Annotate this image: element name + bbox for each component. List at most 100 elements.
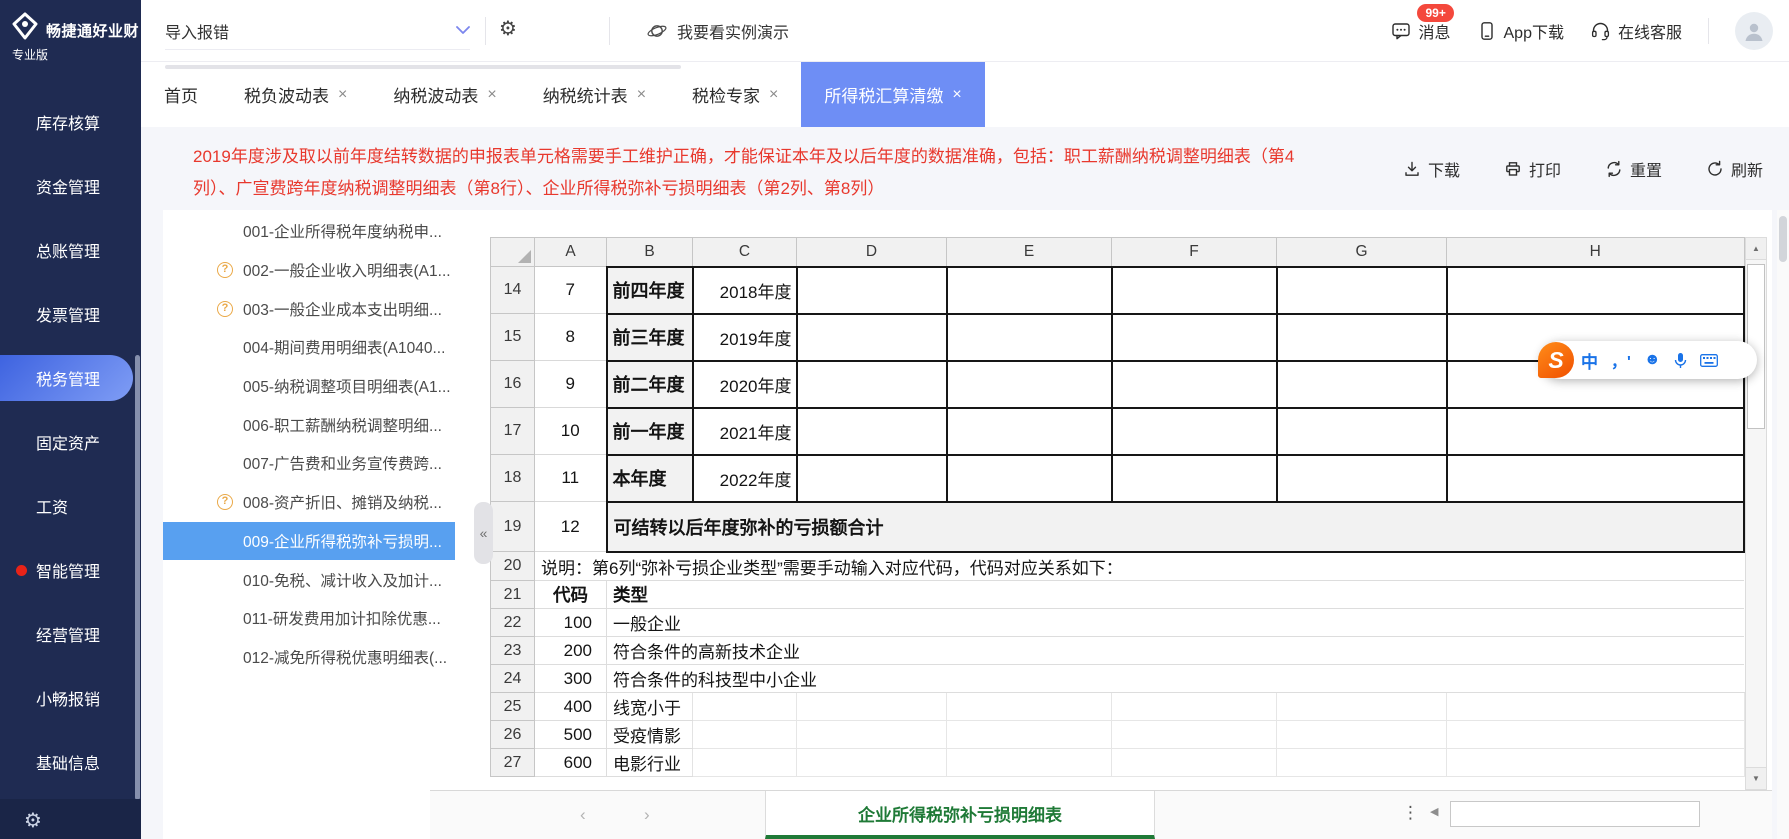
reset-button[interactable]: 重置	[1605, 157, 1662, 181]
cell-A24[interactable]: 300	[534, 664, 607, 693]
print-button[interactable]: 打印	[1504, 157, 1561, 181]
cell-E16[interactable]	[945, 359, 1113, 409]
cell-A19[interactable]: 12	[534, 501, 607, 552]
report-list-item[interactable]: 009-企业所得税弥补亏损明...	[163, 521, 455, 561]
report-list-item[interactable]: 011-研发费用加计扣除优惠...	[163, 599, 455, 638]
cell-A14[interactable]: 7	[534, 266, 607, 314]
cell-B21[interactable]: 类型	[606, 580, 1744, 609]
cell-F27[interactable]	[1111, 748, 1277, 777]
cell-B18[interactable]: 本年度	[605, 453, 694, 503]
sheet-nav-next-icon[interactable]: ›	[644, 791, 650, 839]
demo-link[interactable]: 我要看实例演示	[646, 0, 789, 62]
cell-H25[interactable]	[1446, 692, 1745, 721]
column-header-H[interactable]: H	[1446, 237, 1745, 267]
row-header-20[interactable]: 20	[490, 551, 535, 581]
report-list-item[interactable]: ? 003-一般企业成本支出明细...	[163, 289, 455, 328]
help-icon[interactable]: ?	[217, 494, 233, 511]
sidebar-scrollbar-thumb[interactable]	[135, 355, 140, 800]
cell-H26[interactable]	[1446, 720, 1745, 749]
cell-B25[interactable]: 线宽小于	[606, 692, 693, 721]
support-button[interactable]: 在线客服	[1590, 19, 1682, 43]
ime-language-toggle[interactable]: 中	[1581, 348, 1598, 373]
cell-G18[interactable]	[1275, 453, 1448, 503]
row-header-23[interactable]: 23	[490, 636, 535, 665]
tab-close-icon[interactable]: ×	[952, 86, 961, 104]
cell-D14[interactable]	[795, 265, 948, 315]
select-all-corner[interactable]	[490, 237, 535, 267]
row-header-27[interactable]: 27	[490, 748, 535, 777]
page-scrollbar[interactable]	[1777, 210, 1789, 839]
cell-E26[interactable]	[946, 720, 1112, 749]
cell-F14[interactable]	[1110, 265, 1278, 315]
cell-H17[interactable]	[1445, 406, 1745, 456]
cell-B27[interactable]: 电影行业	[606, 748, 693, 777]
tab-close-icon[interactable]: ×	[637, 86, 646, 104]
cell-H18[interactable]	[1445, 453, 1745, 503]
cell-C18[interactable]: 2022年度	[691, 453, 798, 503]
scroll-left-arrow[interactable]: ◀	[1430, 805, 1438, 818]
cell-C17[interactable]: 2021年度	[691, 406, 798, 456]
cell-G26[interactable]	[1276, 720, 1447, 749]
cell-A21[interactable]: 代码	[534, 580, 607, 609]
cell-B24[interactable]: 符合条件的科技型中小企业	[606, 664, 1744, 693]
cell-G16[interactable]	[1275, 359, 1448, 409]
tab-close-icon[interactable]: ×	[338, 86, 347, 104]
note-cell[interactable]: 说明：第6列“弥补亏损企业类型”需要手动输入对应代码，代码对应关系如下：	[534, 551, 1744, 581]
cell-B14[interactable]: 前四年度	[605, 265, 694, 315]
sheet-tab[interactable]: 企业所得税弥补亏损明细表	[765, 791, 1155, 839]
cell-B17[interactable]: 前一年度	[605, 406, 694, 456]
sidebar-item[interactable]: 经营管理	[0, 602, 141, 666]
sidebar-item[interactable]: 总账管理	[0, 218, 141, 282]
cell-C16[interactable]: 2020年度	[691, 359, 798, 409]
settings-gear-icon[interactable]: ⚙	[499, 16, 517, 41]
report-list-item[interactable]: 012-减免所得税优惠明细表(...	[163, 638, 455, 677]
row-header-22[interactable]: 22	[490, 608, 535, 637]
ime-logo-icon[interactable]: S	[1538, 342, 1574, 378]
cell-D27[interactable]	[796, 748, 947, 777]
cell-C14[interactable]: 2018年度	[691, 265, 798, 315]
cell-D15[interactable]	[795, 312, 948, 362]
page-scrollbar-thumb[interactable]	[1779, 216, 1787, 262]
row-header-19[interactable]: 19	[490, 501, 535, 552]
report-list-item[interactable]: 010-免税、减计收入及加计...	[163, 560, 455, 599]
cell-C15[interactable]: 2019年度	[691, 312, 798, 362]
column-header-E[interactable]: E	[946, 237, 1112, 267]
help-icon[interactable]: ?	[217, 300, 233, 317]
cell-A23[interactable]: 200	[534, 636, 607, 665]
cell-E18[interactable]	[945, 453, 1113, 503]
report-list-item[interactable]: 005-纳税调整项目明细表(A1...	[163, 367, 455, 406]
cell-C26[interactable]	[692, 720, 797, 749]
ime-keyboard-icon[interactable]	[1699, 353, 1718, 367]
column-header-F[interactable]: F	[1111, 237, 1277, 267]
cell-F26[interactable]	[1111, 720, 1277, 749]
report-list-item[interactable]: 001-企业所得税年度纳税申...	[163, 212, 455, 251]
tab-item[interactable]: 纳税统计表 ×	[520, 62, 669, 127]
cell-E27[interactable]	[946, 748, 1112, 777]
sidebar-item[interactable]: 固定资产	[0, 410, 141, 474]
sidebar-item[interactable]: 税务管理	[0, 346, 141, 410]
report-list-item[interactable]: 007-广告费和业务宣传费跨...	[163, 444, 455, 483]
column-header-C[interactable]: C	[692, 237, 797, 267]
row-header-18[interactable]: 18	[490, 454, 535, 502]
tab-active[interactable]: 所得税汇算清缴 ×	[801, 62, 985, 127]
column-header-G[interactable]: G	[1276, 237, 1447, 267]
scroll-down-arrow[interactable]: ▼	[1746, 767, 1766, 789]
download-button[interactable]: 下载	[1403, 157, 1460, 181]
cell-G27[interactable]	[1276, 748, 1447, 777]
report-list-item[interactable]: 004-期间费用明细表(A1040...	[163, 328, 455, 367]
help-icon[interactable]: ?	[217, 262, 233, 279]
tabs-scroll-indicator[interactable]	[165, 65, 681, 69]
sidebar-item[interactable]: 工资	[0, 474, 141, 538]
report-list-item[interactable]: 006-职工薪酬纳税调整明细...	[163, 405, 455, 444]
row-header-14[interactable]: 14	[490, 266, 535, 314]
cell-E17[interactable]	[945, 406, 1113, 456]
cell-F25[interactable]	[1111, 692, 1277, 721]
tab-item[interactable]: 首页	[141, 62, 221, 127]
cell-F15[interactable]	[1110, 312, 1278, 362]
cell-B15[interactable]: 前三年度	[605, 312, 694, 362]
cell-E25[interactable]	[946, 692, 1112, 721]
sheet-menu-dots-icon[interactable]: ⋮	[1402, 803, 1419, 823]
cell-D25[interactable]	[796, 692, 947, 721]
cell-C25[interactable]	[692, 692, 797, 721]
cell-B26[interactable]: 受疫情影	[606, 720, 693, 749]
